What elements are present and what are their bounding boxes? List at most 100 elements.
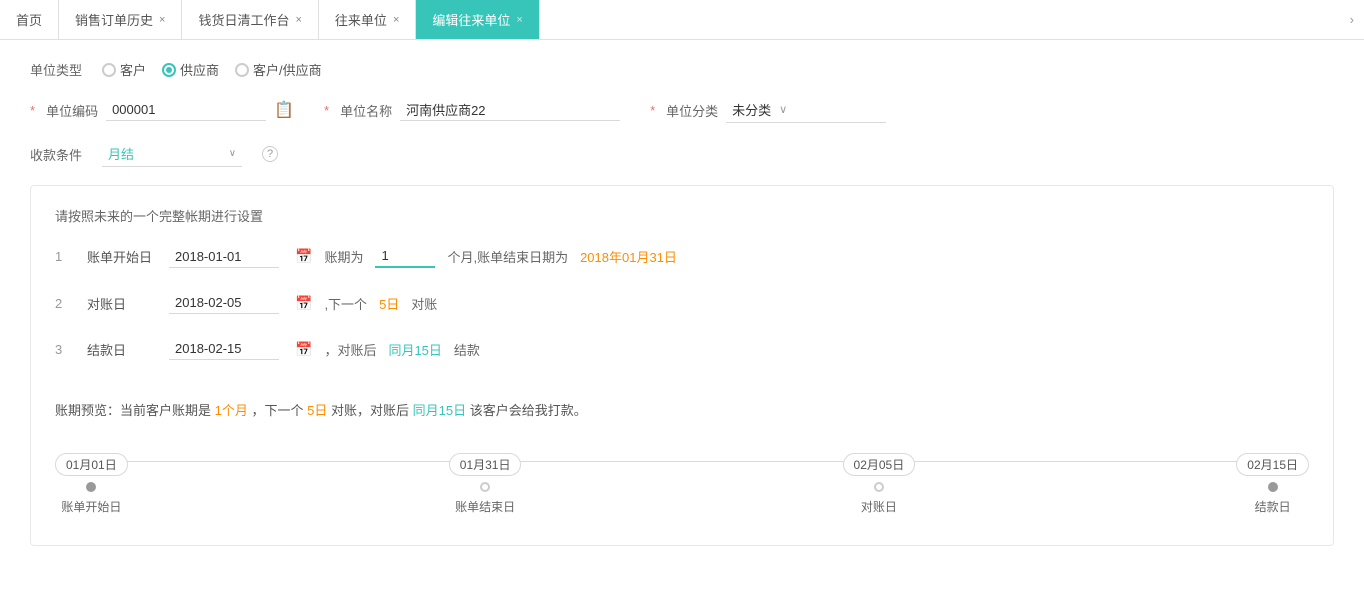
timeline-node-t1: 01月01日账单开始日 xyxy=(55,453,128,515)
payment-calendar-icon[interactable]: 📅 xyxy=(295,341,312,358)
required-star-category: * xyxy=(650,103,655,118)
main-content: 单位类型 客户 供应商 客户/供应商 * 单位编码 📋 * 单位名称 * 单位分类 … xyxy=(0,40,1364,608)
reconcile-calendar-icon[interactable]: 📅 xyxy=(295,295,312,312)
row-num-3: 3 xyxy=(55,342,75,357)
reconcile-date-input[interactable] xyxy=(169,292,279,314)
tab-close-sales-order-history[interactable]: × xyxy=(159,14,165,26)
timeline-dot-t1 xyxy=(86,482,96,492)
payment-date-row: 3 结款日 📅 ，对账后 同月15日 结款 xyxy=(55,338,1309,360)
timeline-badge-t4: 02月15日 xyxy=(1236,453,1309,476)
reconcile-prefix: ,下一个 xyxy=(324,294,367,313)
billing-start-calendar-icon[interactable]: 📅 xyxy=(295,248,312,265)
row-num-2: 2 xyxy=(55,296,75,311)
unit-code-input[interactable] xyxy=(106,99,266,121)
help-icon[interactable]: ? xyxy=(262,146,278,162)
category-chevron-icon: ∨ xyxy=(779,103,787,116)
bookmark-icon[interactable]: 📋 xyxy=(274,100,294,120)
preview-section: 账期预览：当前客户账期是 1个月 ，下一个 5日 对账，对账后 同月15日 该客… xyxy=(55,384,1309,525)
preview-reconcile-day: 5日 xyxy=(307,403,327,418)
timeline-badge-t2: 01月31日 xyxy=(449,453,522,476)
tab-label-edit-partner-unit: 编辑往来单位 xyxy=(432,10,510,29)
section-hint-text: 请按照未来的一个完整帐期进行设置 xyxy=(55,206,1309,225)
billing-start-label: 账单开始日 xyxy=(87,247,157,266)
unit-name-label: 单位名称 xyxy=(340,101,392,120)
period-value-input[interactable] xyxy=(375,245,435,268)
required-star-code: * xyxy=(30,103,35,118)
tab-label-sales-order-history: 销售订单历史 xyxy=(75,10,153,29)
unit-category-value: 未分类 xyxy=(732,100,771,119)
timeline-node-t2: 01月31日账单结束日 xyxy=(449,453,522,515)
preview-mid1: ，下一个 xyxy=(252,403,304,418)
radio-customer[interactable]: 客户 xyxy=(102,60,146,79)
tab-close-edit-partner-unit[interactable]: × xyxy=(516,14,522,26)
unit-type-row: 单位类型 客户 供应商 客户/供应商 xyxy=(30,60,1334,79)
tab-sales-order-history[interactable]: 销售订单历史 × xyxy=(59,0,182,39)
timeline-badge-t3: 02月05日 xyxy=(843,453,916,476)
unit-code-field: * 单位编码 📋 xyxy=(30,99,294,121)
reconcile-date-row: 2 对账日 📅 ,下一个 5日 对账 xyxy=(55,292,1309,314)
timeline-label-t2: 账单结束日 xyxy=(455,498,515,515)
preview-suffix: 该客户会给我打款。 xyxy=(470,403,587,418)
preview-prefix: 账期预览：当前客户账期是 xyxy=(55,403,211,418)
radio-circle-both xyxy=(235,63,249,77)
period-settings-section: 请按照未来的一个完整帐期进行设置 1 账单开始日 📅 账期为 个月,账单结束日期… xyxy=(30,185,1334,546)
tabs-more-arrow[interactable]: › xyxy=(1340,0,1364,39)
tab-edit-partner-unit[interactable]: 编辑往来单位 × xyxy=(416,0,539,39)
tab-label-home: 首页 xyxy=(16,10,42,29)
tab-home[interactable]: 首页 xyxy=(0,0,59,39)
billing-start-row: 1 账单开始日 📅 账期为 个月,账单结束日期为 2018年01月31日 xyxy=(55,245,1309,268)
timeline-label-t4: 结款日 xyxy=(1255,498,1291,515)
unit-category-field: * 单位分类 未分类 ∨ xyxy=(650,97,886,123)
unit-name-input[interactable] xyxy=(400,99,620,121)
payment-prefix: ，对账后 xyxy=(324,340,376,359)
radio-label-customer: 客户 xyxy=(120,60,146,79)
radio-circle-supplier xyxy=(162,63,176,77)
preview-mid2: 对账，对账后 xyxy=(331,403,409,418)
unit-type-label: 单位类型 xyxy=(30,60,82,79)
period-months-label: 个月,账单结束日期为 xyxy=(447,247,568,266)
timeline-dot-t3 xyxy=(874,482,884,492)
period-label: 账期为 xyxy=(324,247,363,266)
row-num-1: 1 xyxy=(55,249,75,264)
unit-name-field: * 单位名称 xyxy=(324,99,620,121)
unit-category-label: 单位分类 xyxy=(666,101,718,120)
reconcile-suffix: 对账 xyxy=(411,294,437,313)
payment-terms-value: 月结 xyxy=(108,144,221,163)
unit-category-select[interactable]: 未分类 ∨ xyxy=(726,97,886,123)
radio-label-both: 客户/供应商 xyxy=(253,60,322,79)
payment-terms-label: 收款条件 xyxy=(30,145,82,164)
payment-date-input[interactable] xyxy=(169,338,279,360)
tabs-bar: 首页销售订单历史×钱货日清工作台×往来单位×编辑往来单位× › xyxy=(0,0,1364,40)
required-star-name: * xyxy=(324,103,329,118)
radio-label-supplier: 供应商 xyxy=(180,60,219,79)
unit-type-radio-group: 客户 供应商 客户/供应商 xyxy=(102,60,322,79)
payment-terms-select[interactable]: 月结 ∨ xyxy=(102,141,242,167)
timeline-label-t1: 账单开始日 xyxy=(61,498,121,515)
unit-code-label: 单位编码 xyxy=(46,101,98,120)
billing-start-date-input[interactable] xyxy=(169,246,279,268)
tab-partner-units[interactable]: 往来单位× xyxy=(319,0,416,39)
preview-payment-day: 同月15日 xyxy=(413,403,466,418)
timeline-items: 01月01日账单开始日 01月31日账单结束日 02月05日对账日 02月15日结款日 xyxy=(55,453,1309,515)
payment-date-label: 结款日 xyxy=(87,340,157,359)
radio-circle-customer xyxy=(102,63,116,77)
preview-text: 账期预览：当前客户账期是 1个月 ，下一个 5日 对账，对账后 同月15日 该客… xyxy=(55,400,1309,419)
timeline-wrap: 01月01日账单开始日 01月31日账单结束日 02月05日对账日 02月15日结款日 xyxy=(55,443,1309,525)
tab-label-cash-work: 钱货日清工作台 xyxy=(198,10,289,29)
tab-close-partner-units[interactable]: × xyxy=(393,14,399,26)
tab-close-cash-work[interactable]: × xyxy=(295,14,301,26)
preview-period: 1个月 xyxy=(215,403,248,418)
timeline-node-t3: 02月05日对账日 xyxy=(843,453,916,515)
payment-terms-row: 收款条件 月结 ∨ ? xyxy=(30,141,1334,167)
reconcile-date-label: 对账日 xyxy=(87,294,157,313)
reconcile-day-display: 5日 xyxy=(379,294,399,313)
timeline-label-t3: 对账日 xyxy=(861,498,897,515)
payment-suffix: 结款 xyxy=(454,340,480,359)
radio-supplier[interactable]: 供应商 xyxy=(162,60,219,79)
timeline-badge-t1: 01月01日 xyxy=(55,453,128,476)
timeline-dot-t4 xyxy=(1268,482,1278,492)
tab-cash-work[interactable]: 钱货日清工作台 × xyxy=(182,0,318,39)
radio-both[interactable]: 客户/供应商 xyxy=(235,60,322,79)
timeline-dot-t2 xyxy=(480,482,490,492)
payment-terms-arrow-icon: ∨ xyxy=(229,148,236,159)
